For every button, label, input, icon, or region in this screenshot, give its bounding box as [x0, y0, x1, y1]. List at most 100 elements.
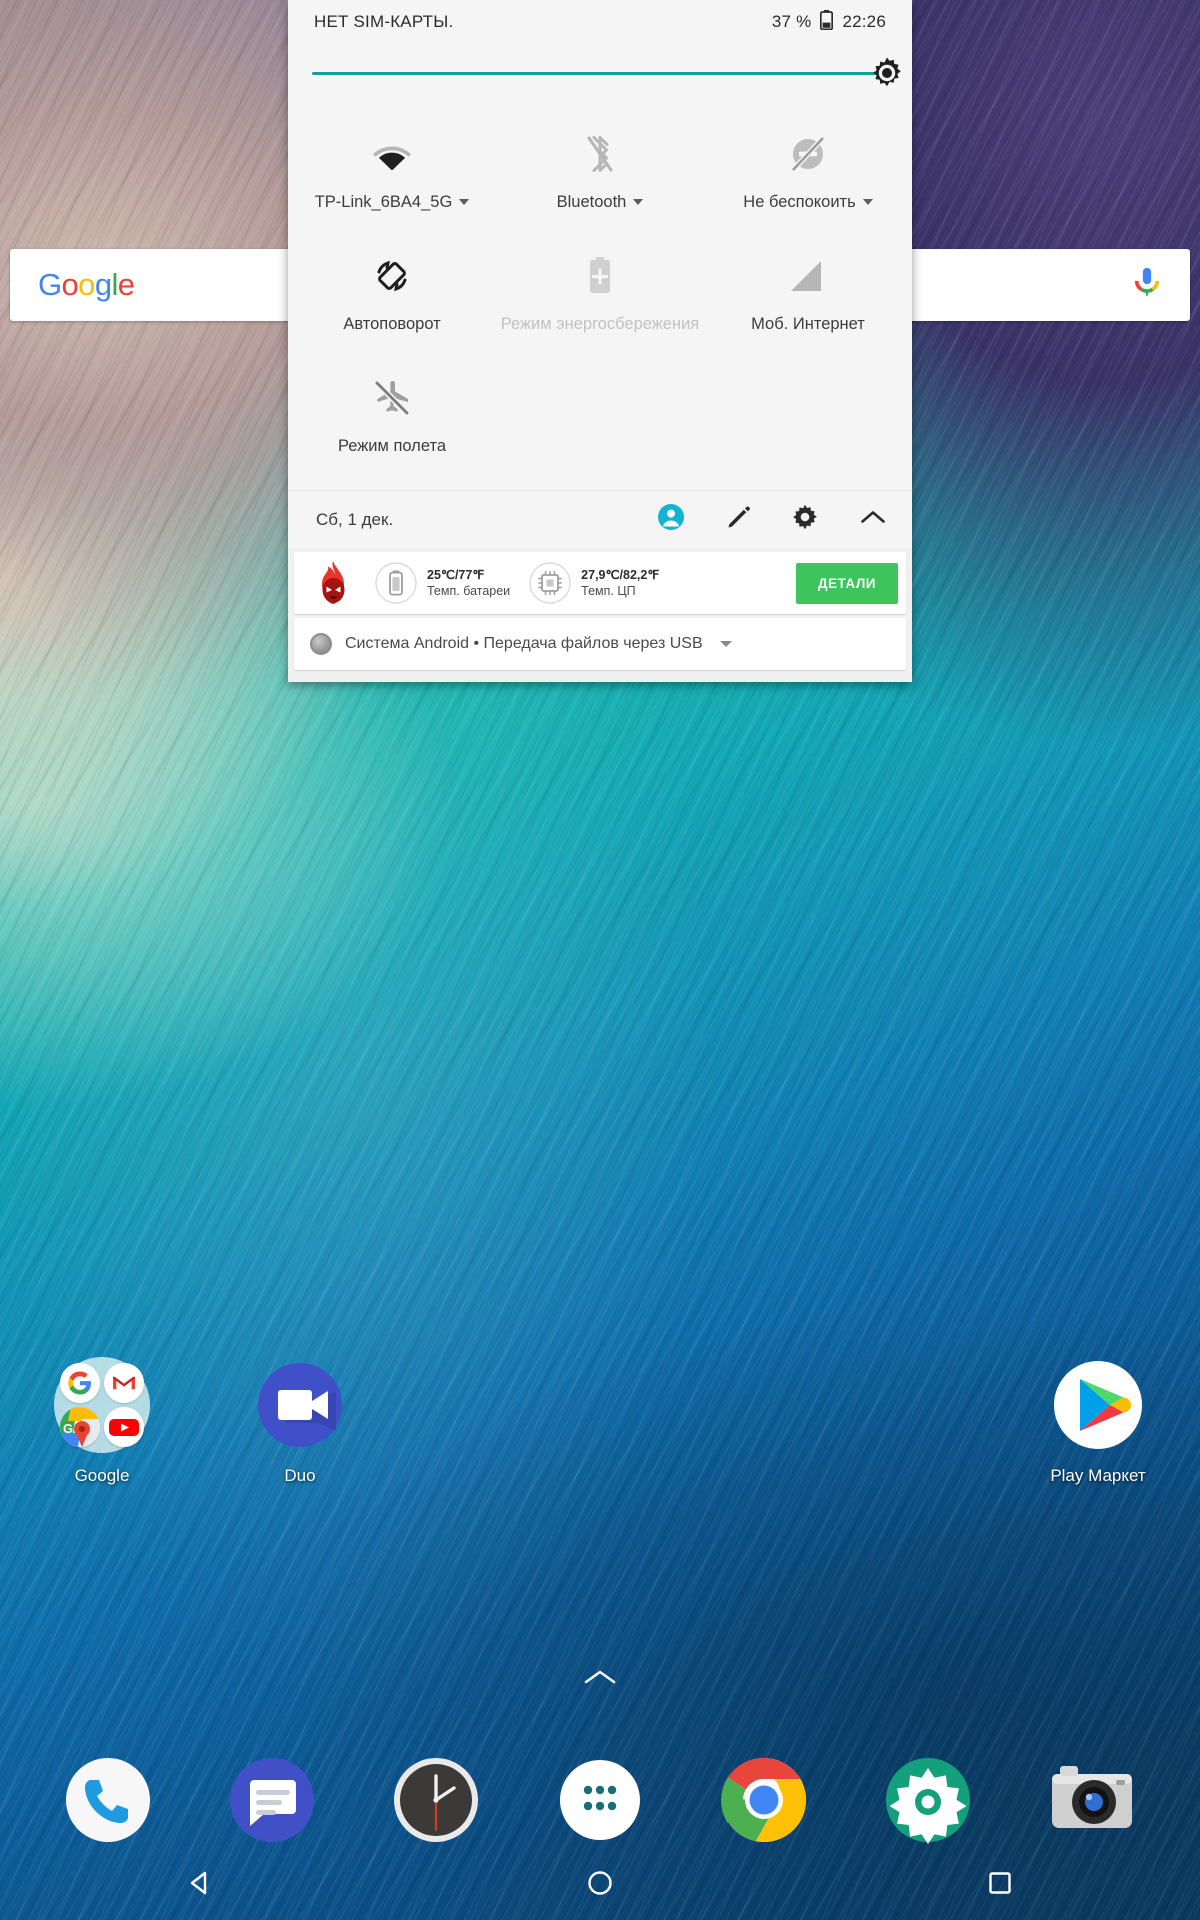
- tile-battery-saver-label: Режим энергосбережения: [500, 315, 700, 333]
- dock-messages[interactable]: [222, 1750, 322, 1850]
- status-bar-clock: 22:26: [842, 12, 886, 31]
- google-mic-icon[interactable]: [1132, 266, 1162, 305]
- mobile-data-icon: [790, 250, 826, 302]
- app-google-folder[interactable]: G Google: [22, 1357, 182, 1486]
- user-avatar-icon[interactable]: [658, 504, 684, 535]
- maps-icon: G: [60, 1407, 100, 1447]
- quick-settings-footer: Сб, 1 дек.: [288, 490, 912, 548]
- google-g-icon: [60, 1363, 100, 1403]
- nav-back-button[interactable]: [140, 1857, 260, 1913]
- google-logo: Google: [38, 267, 135, 303]
- home-circle-icon: [585, 1868, 615, 1903]
- duo-icon[interactable]: [252, 1357, 348, 1453]
- chevron-down-icon[interactable]: [862, 199, 873, 206]
- tile-label: Режим энергосбережения: [501, 314, 700, 334]
- status-bar-right: 37 % 22:26: [771, 9, 886, 35]
- tile-label: TP-Link_6BA4_5G: [315, 192, 470, 212]
- google-logo-letter: o: [61, 267, 79, 302]
- brightness-slider[interactable]: [288, 44, 912, 102]
- google-logo-letter: e: [117, 267, 135, 302]
- qs-action-buttons: [658, 504, 886, 535]
- status-bar: НЕТ SIM-КАРТЫ. 37 % 22:26: [288, 0, 912, 44]
- tile-airplane-mode-label: Режим полета: [337, 437, 446, 455]
- stat-label: Темп. батареи: [427, 584, 511, 598]
- details-button[interactable]: ДЕТАЛИ: [795, 562, 898, 604]
- play-store-icon[interactable]: [1050, 1357, 1146, 1453]
- notification-android-system[interactable]: Система Android • Передача файлов через …: [294, 618, 906, 670]
- antutu-flame-icon: [310, 560, 356, 606]
- battery-icon: [820, 9, 834, 35]
- youtube-icon: [104, 1407, 144, 1447]
- gear-icon[interactable]: [792, 504, 818, 535]
- notification-text: Система Android • Передача файлов через …: [345, 635, 703, 652]
- tile-empty: [496, 354, 704, 476]
- tile-label: Не беспокоить: [743, 192, 873, 212]
- brightness-sun-icon[interactable]: [870, 56, 904, 90]
- dock-settings[interactable]: [878, 1750, 978, 1850]
- tile-row-1: TP-Link_6BA4_5G Bluetooth Не беспокоить: [288, 110, 912, 232]
- tile-dnd-label: Не беспокоить: [743, 193, 856, 211]
- chevron-up-icon[interactable]: [583, 1668, 617, 1691]
- navigation-bar: [0, 1850, 1200, 1920]
- chevron-down-icon[interactable]: [633, 199, 644, 206]
- battery-percent-label: 37 %: [771, 12, 812, 31]
- tile-battery-saver[interactable]: Режим энергосбережения: [496, 232, 704, 354]
- dock-chrome[interactable]: [714, 1750, 814, 1850]
- tile-label: Режим полета: [338, 436, 446, 456]
- stat-cpu-temp: 27,9℃/82,2℉ Темп. ЦП: [528, 561, 659, 605]
- wifi-icon: [371, 128, 413, 180]
- stat-label: Темп. ЦП: [581, 584, 636, 598]
- tile-auto-rotate[interactable]: Автоповорот: [288, 232, 496, 354]
- recents-square-icon: [985, 1868, 1015, 1903]
- notification-list: 25℃/77℉ Темп. батареи 27,9℃/82,2℉ Темп. …: [288, 548, 912, 682]
- svg-text:G: G: [63, 1421, 73, 1436]
- app-play-market[interactable]: Play Маркет: [1018, 1357, 1178, 1486]
- chevron-down-icon[interactable]: [719, 641, 732, 647]
- app-drawer-handle[interactable]: [0, 1668, 1200, 1691]
- tile-row-3: Режим полета: [288, 354, 912, 476]
- tile-bluetooth[interactable]: Bluetooth: [496, 110, 704, 232]
- tile-airplane-mode[interactable]: Режим полета: [288, 354, 496, 476]
- chevron-down-icon[interactable]: [459, 199, 470, 206]
- stat-value: 25℃/77℉: [427, 567, 485, 582]
- stat-cpu-text: 27,9℃/82,2℉ Темп. ЦП: [581, 567, 659, 600]
- brightness-slider-track[interactable]: [312, 57, 901, 87]
- app-label: Play Маркет: [1050, 1466, 1146, 1485]
- folder-background: G: [54, 1357, 150, 1453]
- dock-camera[interactable]: [1042, 1750, 1142, 1850]
- back-triangle-icon: [185, 1868, 215, 1903]
- app-duo[interactable]: Duo: [220, 1357, 380, 1486]
- stat-battery-temp: 25℃/77℉ Темп. батареи: [374, 561, 510, 605]
- nav-home-button[interactable]: [540, 1857, 660, 1913]
- google-folder-icon[interactable]: G: [54, 1357, 150, 1453]
- qs-date-label: Сб, 1 дек.: [316, 509, 394, 529]
- tile-wifi[interactable]: TP-Link_6BA4_5G: [288, 110, 496, 232]
- dock-clock[interactable]: [386, 1750, 486, 1850]
- app-label: Duo: [284, 1466, 316, 1485]
- tile-wifi-label: TP-Link_6BA4_5G: [314, 193, 453, 211]
- dock-phone[interactable]: [58, 1750, 158, 1850]
- status-bar-carrier: НЕТ SIM-КАРТЫ.: [314, 12, 454, 31]
- dock: [0, 1740, 1200, 1860]
- bluetooth-off-icon: [585, 128, 615, 180]
- quick-settings-tiles: TP-Link_6BA4_5G Bluetooth Не беспокоить …: [288, 102, 912, 490]
- stat-battery-text: 25℃/77℉ Темп. батареи: [427, 567, 510, 600]
- tile-row-2: Автоповорот Режим энергосбережения Моб. …: [288, 232, 912, 354]
- google-logo-letter: g: [94, 267, 112, 302]
- app-label: Google: [74, 1466, 130, 1485]
- tile-do-not-disturb[interactable]: Не беспокоить: [704, 110, 912, 232]
- android-system-icon: [310, 633, 332, 655]
- stat-value: 27,9℃/82,2℉: [581, 567, 660, 582]
- google-logo-letter: G: [38, 267, 62, 302]
- dock-app-drawer[interactable]: [550, 1750, 650, 1850]
- gmail-icon: [104, 1363, 144, 1403]
- battery-saver-icon: [587, 250, 613, 302]
- tile-bluetooth-label: Bluetooth: [556, 193, 627, 211]
- tile-mobile-data-label: Моб. Интернет: [751, 315, 865, 333]
- nav-recents-button[interactable]: [940, 1857, 1060, 1913]
- tile-label: Моб. Интернет: [751, 314, 865, 334]
- notification-antutu[interactable]: 25℃/77℉ Темп. батареи 27,9℃/82,2℉ Темп. …: [294, 552, 906, 614]
- edit-pencil-icon[interactable]: [726, 505, 750, 534]
- tile-mobile-data[interactable]: Моб. Интернет: [704, 232, 912, 354]
- chevron-up-icon[interactable]: [860, 509, 886, 530]
